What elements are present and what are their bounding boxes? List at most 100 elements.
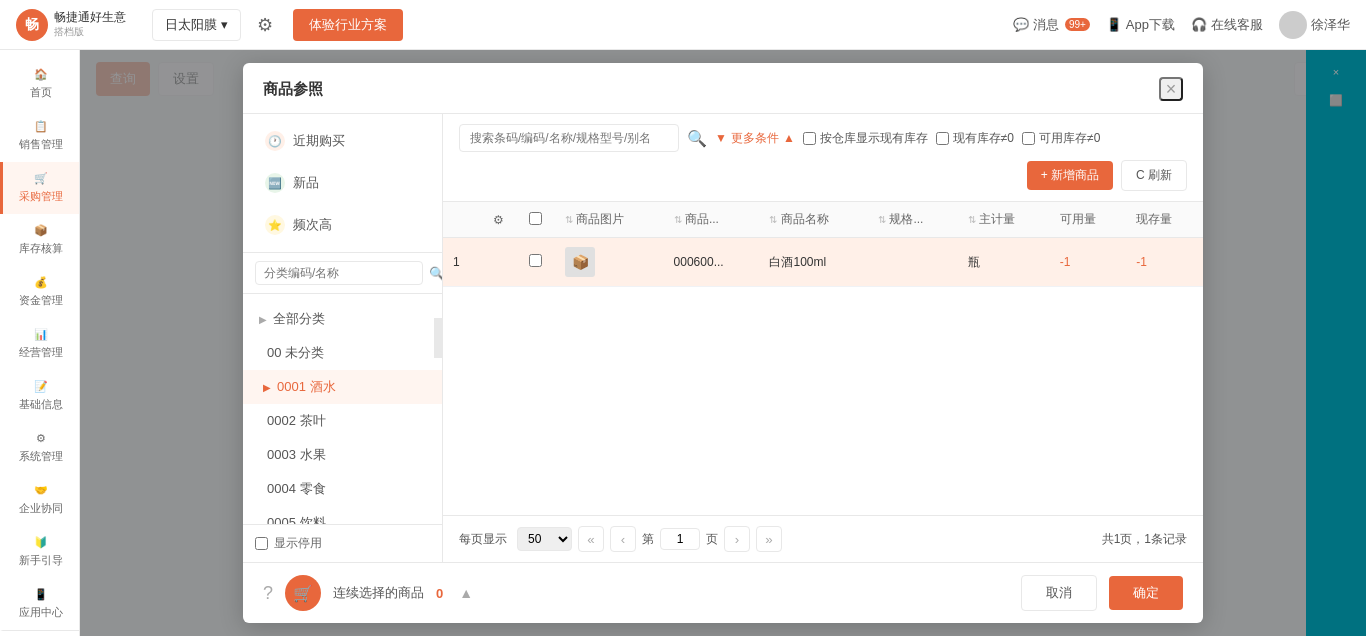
collapse-panel-button[interactable]: 《	[434, 318, 443, 358]
per-page-select[interactable]: 50 100 200	[517, 527, 572, 551]
notifications-label: 消息	[1033, 16, 1059, 34]
last-page-button[interactable]: »	[756, 526, 782, 552]
checkbox-stock-not-zero[interactable]: 现有库存≠0	[936, 130, 1014, 147]
filter-button[interactable]: ▼ 更多条件 ▲	[715, 130, 795, 147]
sidebar-item-stock[interactable]: 📦 库存核算	[0, 214, 79, 266]
first-page-button[interactable]: «	[578, 526, 604, 552]
prev-page-button[interactable]: ‹	[610, 526, 636, 552]
system-icon: ⚙	[36, 432, 46, 445]
settings-icon-th[interactable]: ⚙	[493, 213, 504, 227]
refresh-button[interactable]: C 刷新	[1121, 160, 1187, 191]
user-item[interactable]: 徐泽华	[1279, 11, 1350, 39]
cat-label-all: 全部分类	[273, 310, 325, 328]
quick-item-recent[interactable]: 🕐 近期购买	[255, 124, 430, 158]
sidebar-label-finance: 资金管理	[19, 293, 63, 308]
finance-icon: 💰	[34, 276, 48, 289]
sidebar-item-apps[interactable]: 📱 应用中心	[0, 578, 79, 630]
category-liquor[interactable]: ▶ 0001 酒水	[243, 370, 442, 404]
sidebar-item-collab[interactable]: 🤝 企业协同	[0, 474, 79, 526]
display-disabled-checkbox[interactable]	[255, 537, 268, 550]
username-label: 徐泽华	[1311, 16, 1350, 34]
logo-area: 畅 畅捷通好生意 搭档版	[16, 9, 136, 41]
next-page-button[interactable]: ›	[724, 526, 750, 552]
sidebar-item-vip[interactable]: V 畅会员	[0, 630, 79, 636]
category-snack[interactable]: 0004 零食	[243, 472, 442, 506]
sidebar-item-sales[interactable]: 📋 销售管理	[0, 110, 79, 162]
cancel-button[interactable]: 取消	[1021, 575, 1097, 611]
checkbox-warehouse-input[interactable]	[803, 132, 816, 145]
cat-label-beverage: 0005 饮料	[267, 514, 326, 524]
checkbox-warehouse[interactable]: 按仓库显示现有库存	[803, 130, 928, 147]
sort-code-icon: ⇅	[674, 214, 682, 225]
trial-button[interactable]: 体验行业方案	[293, 9, 403, 41]
search-icon[interactable]: 🔍	[687, 129, 707, 148]
settings-icon[interactable]: ⚙	[249, 9, 281, 41]
sort-spec-icon: ⇅	[878, 214, 886, 225]
notifications-badge: 99+	[1065, 18, 1090, 31]
product-search-input[interactable]	[459, 124, 679, 152]
help-icon[interactable]: ?	[263, 583, 273, 604]
checkbox-available-not-zero[interactable]: 可用库存≠0	[1022, 130, 1100, 147]
purchase-icon: 🛒	[34, 172, 48, 185]
sidebar-label-collab: 企业协同	[19, 501, 63, 516]
nav-selector-text: 日太阳膜	[165, 16, 217, 34]
confirm-button[interactable]: 确定	[1109, 576, 1183, 610]
category-search-input[interactable]	[255, 261, 423, 285]
sidebar-item-guide[interactable]: 🔰 新手引导	[0, 526, 79, 578]
row-checkbox[interactable]	[529, 254, 542, 267]
frequent-label: 频次高	[293, 216, 332, 234]
sidebar-label-manage: 经营管理	[19, 345, 63, 360]
cat-arrow-liquor: ▶	[263, 382, 271, 393]
sidebar-item-home[interactable]: 🏠 首页	[0, 58, 79, 110]
checkbox-available-label: 可用库存≠0	[1039, 130, 1100, 147]
notifications-item[interactable]: 💬 消息 99+	[1013, 16, 1090, 34]
cell-num: 1	[443, 238, 483, 287]
cell-name: 白酒100ml	[759, 238, 868, 287]
avatar	[1279, 11, 1307, 39]
select-all-checkbox[interactable]	[529, 212, 542, 225]
product-reference-modal: 商品参照 × 🕐 近期购买 🆕 新品	[243, 63, 1203, 623]
category-all[interactable]: ▶ 全部分类	[243, 302, 442, 336]
modal-title: 商品参照	[263, 80, 323, 99]
cat-label-tea: 0002 茶叶	[267, 412, 326, 430]
sidebar-label-system: 系统管理	[19, 449, 63, 464]
online-service-item[interactable]: 🎧 在线客服	[1191, 16, 1263, 34]
cart-label: 连续选择的商品	[333, 584, 424, 602]
sidebar-item-info[interactable]: 📝 基础信息	[0, 370, 79, 422]
per-page-label: 每页显示	[459, 531, 507, 548]
checkbox-stock-input[interactable]	[936, 132, 949, 145]
cell-img: 📦	[555, 238, 664, 287]
quick-item-new[interactable]: 🆕 新品	[255, 166, 430, 200]
modal-close-button[interactable]: ×	[1159, 77, 1183, 101]
new-label: 新品	[293, 174, 319, 192]
sidebar-item-purchase[interactable]: 🛒 采购管理	[0, 162, 79, 214]
dropdown-icon: ▾	[221, 17, 228, 32]
category-fruit[interactable]: 0003 水果	[243, 438, 442, 472]
category-search-icon[interactable]: 🔍	[429, 266, 443, 281]
col-checkbox2	[519, 202, 555, 238]
app-download-item[interactable]: 📱 App下载	[1106, 16, 1175, 34]
sidebar-item-system[interactable]: ⚙ 系统管理	[0, 422, 79, 474]
col-img: ⇅ 商品图片	[555, 202, 664, 238]
category-beverage[interactable]: 0005 饮料	[243, 506, 442, 524]
table-row[interactable]: 1 📦 000600... 白酒100ml	[443, 238, 1203, 287]
filter-up-icon: ▲	[783, 131, 795, 145]
right-panel: 🔍 ▼ 更多条件 ▲ 按仓库显示现有库存 现有库存≠0	[443, 114, 1203, 562]
recent-label: 近期购买	[293, 132, 345, 150]
collab-icon: 🤝	[34, 484, 48, 497]
sidebar-item-manage[interactable]: 📊 经营管理	[0, 318, 79, 370]
category-tea[interactable]: 0002 茶叶	[243, 404, 442, 438]
checkbox-available-input[interactable]	[1022, 132, 1035, 145]
category-uncategorized[interactable]: 00 未分类	[243, 336, 442, 370]
add-product-button[interactable]: + 新增商品	[1027, 161, 1113, 190]
page-number-input[interactable]	[660, 528, 700, 550]
sidebar-label-info: 基础信息	[19, 397, 63, 412]
col-name: ⇅ 商品名称	[759, 202, 868, 238]
sidebar-item-finance[interactable]: 💰 资金管理	[0, 266, 79, 318]
quick-item-frequent[interactable]: ⭐ 频次高	[255, 208, 430, 242]
cell-checkbox	[519, 238, 555, 287]
collapse-up-icon[interactable]: ▲	[459, 585, 473, 601]
nav-selector[interactable]: 日太阳膜 ▾	[152, 9, 241, 41]
cart-button[interactable]: 🛒	[285, 575, 321, 611]
checkbox-stock-label: 现有库存≠0	[953, 130, 1014, 147]
